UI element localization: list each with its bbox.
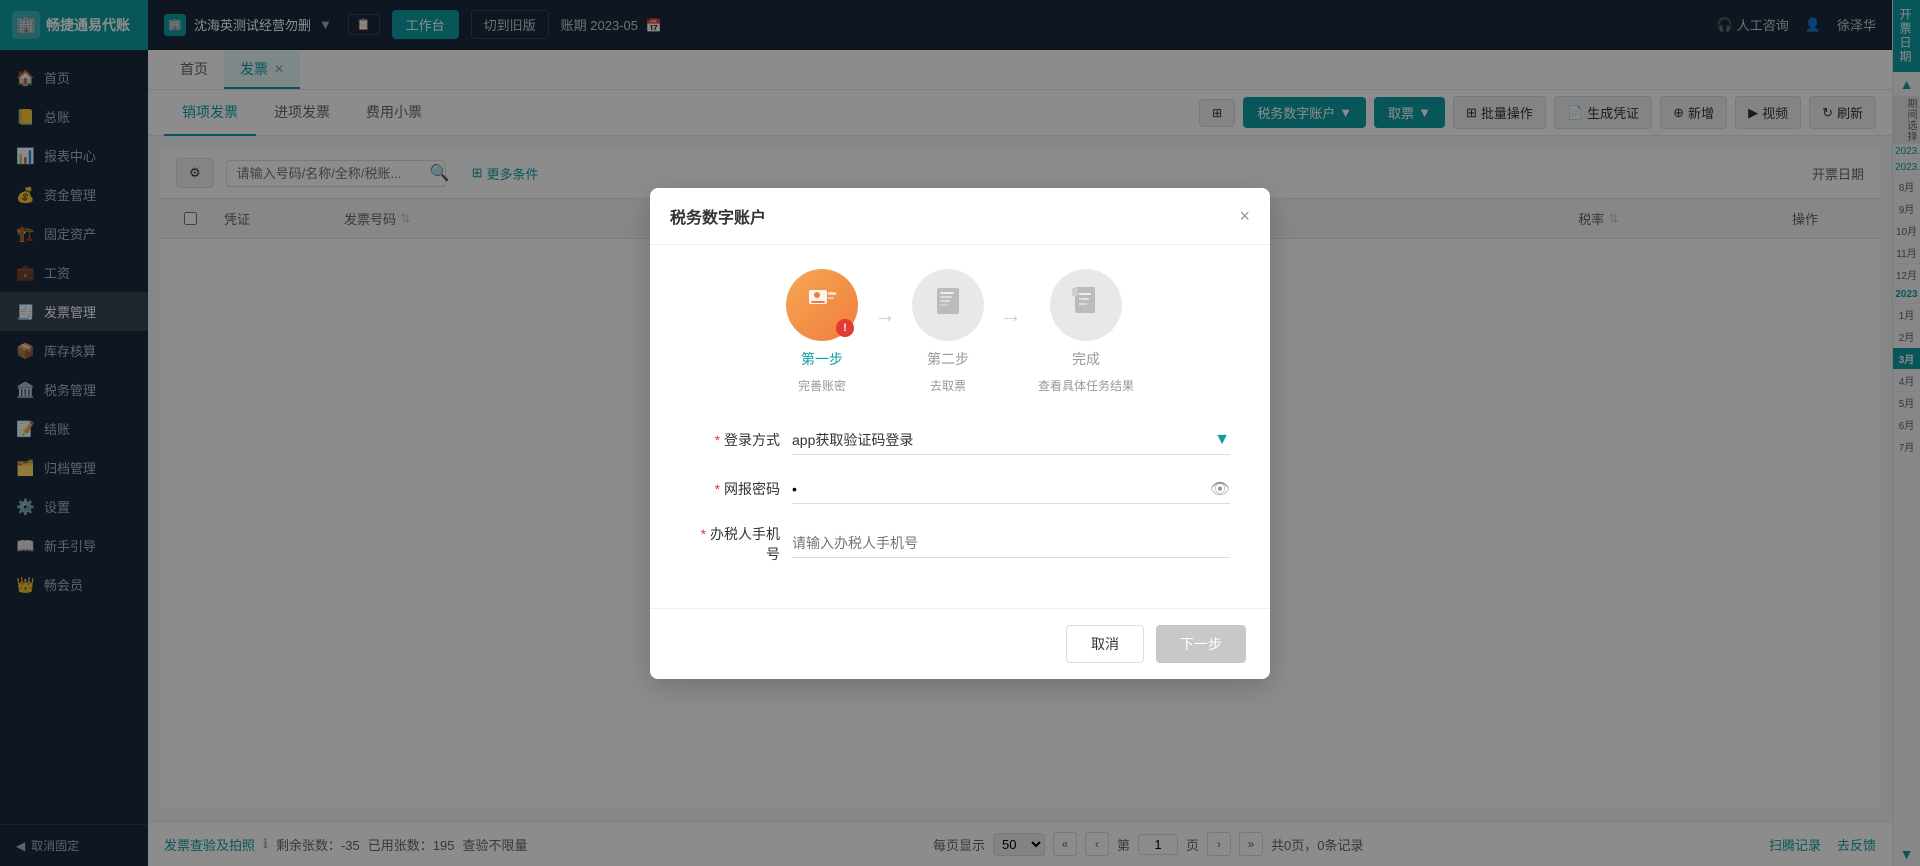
form-row-password: * 网报密码 👁 — [690, 475, 1230, 504]
step-2-icon-wrap — [912, 269, 984, 341]
toggle-password-icon[interactable]: 👁 — [1210, 479, 1230, 499]
modal-header: 税务数字账户 × — [650, 188, 1270, 245]
step-arrow-1: → — [874, 302, 896, 328]
form-row-phone: * 办税人手机号 — [690, 524, 1230, 564]
step-arrow-2: → — [1000, 302, 1022, 328]
modal-title: 税务数字账户 — [670, 204, 766, 228]
login-method-label: * 登录方式 — [690, 430, 780, 450]
steps: ! 第一步 完善账密 → — [690, 269, 1230, 394]
step-3-icon-wrap — [1050, 269, 1122, 341]
step-2-sublabel: 去取票 — [930, 377, 966, 394]
password-input[interactable] — [792, 475, 1210, 503]
step-3-label: 完成 — [1072, 349, 1100, 369]
login-method-value: app获取验证码登录 — [792, 430, 1214, 450]
step-1-icon — [803, 282, 841, 328]
next-btn[interactable]: 下一步 — [1156, 625, 1246, 663]
modal-overlay[interactable]: 税务数字账户 × — [0, 0, 1920, 866]
step-1-badge: ! — [836, 319, 854, 337]
step-2-label: 第二步 — [927, 349, 969, 369]
modal-close-btn[interactable]: × — [1239, 207, 1250, 225]
phone-input[interactable] — [792, 529, 1230, 558]
step-3-sublabel: 查看具体任务结果 — [1038, 377, 1134, 394]
form-row-login-method: * 登录方式 app获取验证码登录 ▼ — [690, 426, 1230, 455]
login-method-dropdown-icon: ▼ — [1214, 431, 1230, 449]
phone-label: * 办税人手机号 — [690, 524, 780, 564]
password-field-wrap: 👁 — [792, 475, 1230, 504]
password-label: * 网报密码 — [690, 479, 780, 499]
step-1-icon-wrap: ! — [786, 269, 858, 341]
modal-body: ! 第一步 完善账密 → — [650, 245, 1270, 608]
cancel-btn[interactable]: 取消 — [1066, 625, 1144, 663]
modal-footer: 取消 下一步 — [650, 608, 1270, 679]
step-2: 第二步 去取票 — [912, 269, 984, 394]
step-1: ! 第一步 完善账密 — [786, 269, 858, 394]
step-1-label: 第一步 — [801, 349, 843, 369]
tax-digital-account-modal: 税务数字账户 × — [650, 188, 1270, 679]
step-2-icon — [929, 282, 967, 328]
step-1-sublabel: 完善账密 — [798, 377, 846, 394]
step-3: 完成 查看具体任务结果 — [1038, 269, 1134, 394]
login-method-select[interactable]: app获取验证码登录 ▼ — [792, 426, 1230, 455]
step-3-icon — [1067, 282, 1105, 328]
